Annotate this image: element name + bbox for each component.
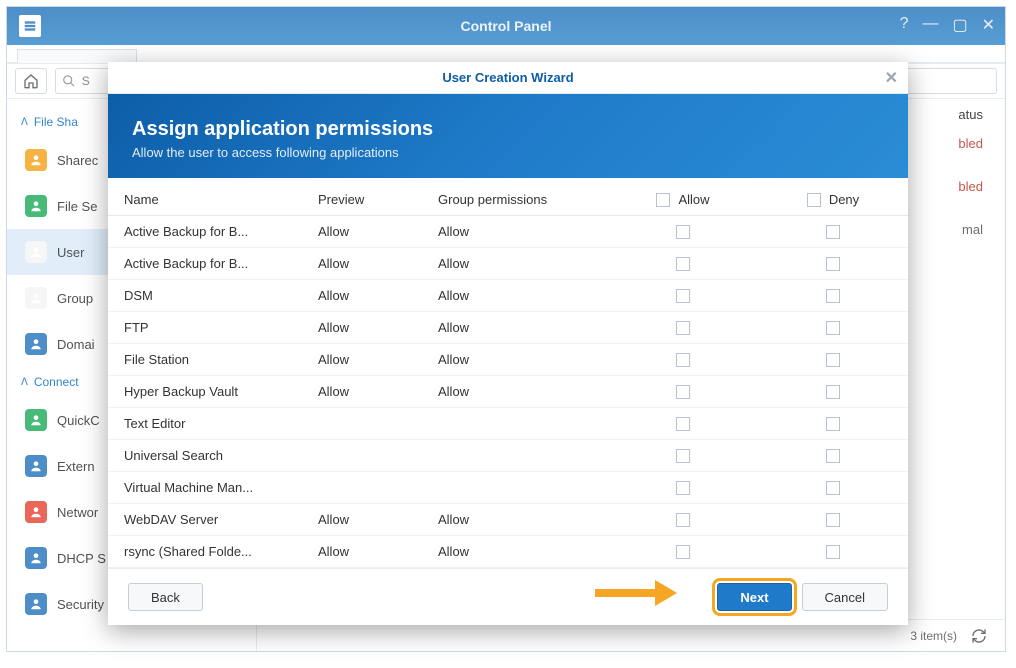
cell-name: Text Editor xyxy=(108,408,308,439)
allow-checkbox[interactable] xyxy=(676,225,690,239)
deny-checkbox[interactable] xyxy=(826,289,840,303)
column-deny: Deny xyxy=(758,184,908,215)
allow-checkbox[interactable] xyxy=(676,385,690,399)
cell-group xyxy=(428,416,608,432)
table-row[interactable]: Text Editor xyxy=(108,408,908,440)
allow-checkbox[interactable] xyxy=(676,513,690,527)
cell-group: Allow xyxy=(428,504,608,535)
cell-group: Allow xyxy=(428,376,608,407)
allow-all-checkbox[interactable] xyxy=(656,193,670,207)
column-group-permissions[interactable]: Group permissions xyxy=(428,184,608,215)
deny-checkbox[interactable] xyxy=(826,481,840,495)
deny-checkbox[interactable] xyxy=(826,385,840,399)
allow-checkbox[interactable] xyxy=(676,481,690,495)
table-row[interactable]: Hyper Backup VaultAllowAllow xyxy=(108,376,908,408)
cell-name: File Station xyxy=(108,344,308,375)
table-row[interactable]: Active Backup for B...AllowAllow xyxy=(108,216,908,248)
allow-checkbox[interactable] xyxy=(676,289,690,303)
table-row[interactable]: Active Backup for B...AllowAllow xyxy=(108,248,908,280)
cell-preview xyxy=(308,480,428,496)
deny-checkbox[interactable] xyxy=(826,513,840,527)
back-button[interactable]: Back xyxy=(128,583,203,611)
permissions-table: Name Preview Group permissions Allow Den… xyxy=(108,178,908,568)
cell-name: DSM xyxy=(108,280,308,311)
table-row[interactable]: WebDAV ServerAllowAllow xyxy=(108,504,908,536)
table-row[interactable]: DSMAllowAllow xyxy=(108,280,908,312)
column-allow: Allow xyxy=(608,184,758,215)
column-preview[interactable]: Preview xyxy=(308,184,428,215)
cell-preview: Allow xyxy=(308,248,428,279)
table-row[interactable]: rsync (Shared Folde...AllowAllow xyxy=(108,536,908,568)
cell-group: Allow xyxy=(428,536,608,567)
cell-preview: Allow xyxy=(308,344,428,375)
cell-group xyxy=(428,448,608,464)
cell-preview: Allow xyxy=(308,312,428,343)
modal-title: User Creation Wizard ✕ xyxy=(108,62,908,94)
deny-checkbox[interactable] xyxy=(826,545,840,559)
table-row[interactable]: Virtual Machine Man... xyxy=(108,472,908,504)
allow-checkbox[interactable] xyxy=(676,257,690,271)
deny-checkbox[interactable] xyxy=(826,225,840,239)
column-name[interactable]: Name xyxy=(108,184,308,215)
cell-name: Active Backup for B... xyxy=(108,248,308,279)
modal-banner: Assign application permissions Allow the… xyxy=(108,94,908,178)
modal-banner-title: Assign application permissions xyxy=(132,118,884,141)
cell-preview xyxy=(308,416,428,432)
deny-checkbox[interactable] xyxy=(826,257,840,271)
deny-checkbox[interactable] xyxy=(826,353,840,367)
table-row[interactable]: File StationAllowAllow xyxy=(108,344,908,376)
modal-banner-subtitle: Allow the user to access following appli… xyxy=(132,145,884,160)
allow-checkbox[interactable] xyxy=(676,545,690,559)
allow-checkbox[interactable] xyxy=(676,417,690,431)
cell-preview: Allow xyxy=(308,216,428,247)
allow-checkbox[interactable] xyxy=(676,449,690,463)
cell-group: Allow xyxy=(428,216,608,247)
cell-preview: Allow xyxy=(308,280,428,311)
table-row[interactable]: FTPAllowAllow xyxy=(108,312,908,344)
cell-group: Allow xyxy=(428,280,608,311)
deny-checkbox[interactable] xyxy=(826,417,840,431)
user-creation-wizard-modal: User Creation Wizard ✕ Assign applicatio… xyxy=(108,62,908,625)
cell-preview: Allow xyxy=(308,536,428,567)
deny-all-checkbox[interactable] xyxy=(807,193,821,207)
cell-name: Active Backup for B... xyxy=(108,216,308,247)
cell-group xyxy=(428,480,608,496)
allow-checkbox[interactable] xyxy=(676,353,690,367)
cell-name: rsync (Shared Folde... xyxy=(108,536,308,567)
cell-group: Allow xyxy=(428,344,608,375)
cell-preview: Allow xyxy=(308,504,428,535)
modal-close-icon[interactable]: ✕ xyxy=(885,68,898,88)
cell-name: Hyper Backup Vault xyxy=(108,376,308,407)
cell-name: Virtual Machine Man... xyxy=(108,472,308,503)
cancel-button[interactable]: Cancel xyxy=(802,583,888,611)
cell-preview: Allow xyxy=(308,376,428,407)
cell-group: Allow xyxy=(428,312,608,343)
table-row[interactable]: Universal Search xyxy=(108,440,908,472)
table-header: Name Preview Group permissions Allow Den… xyxy=(108,184,908,216)
next-button[interactable]: Next xyxy=(717,583,791,611)
allow-checkbox[interactable] xyxy=(676,321,690,335)
cell-name: Universal Search xyxy=(108,440,308,471)
cell-preview xyxy=(308,448,428,464)
cell-name: WebDAV Server xyxy=(108,504,308,535)
deny-checkbox[interactable] xyxy=(826,449,840,463)
modal-footer: Back Next Cancel xyxy=(108,568,908,625)
cell-name: FTP xyxy=(108,312,308,343)
cell-group: Allow xyxy=(428,248,608,279)
deny-checkbox[interactable] xyxy=(826,321,840,335)
